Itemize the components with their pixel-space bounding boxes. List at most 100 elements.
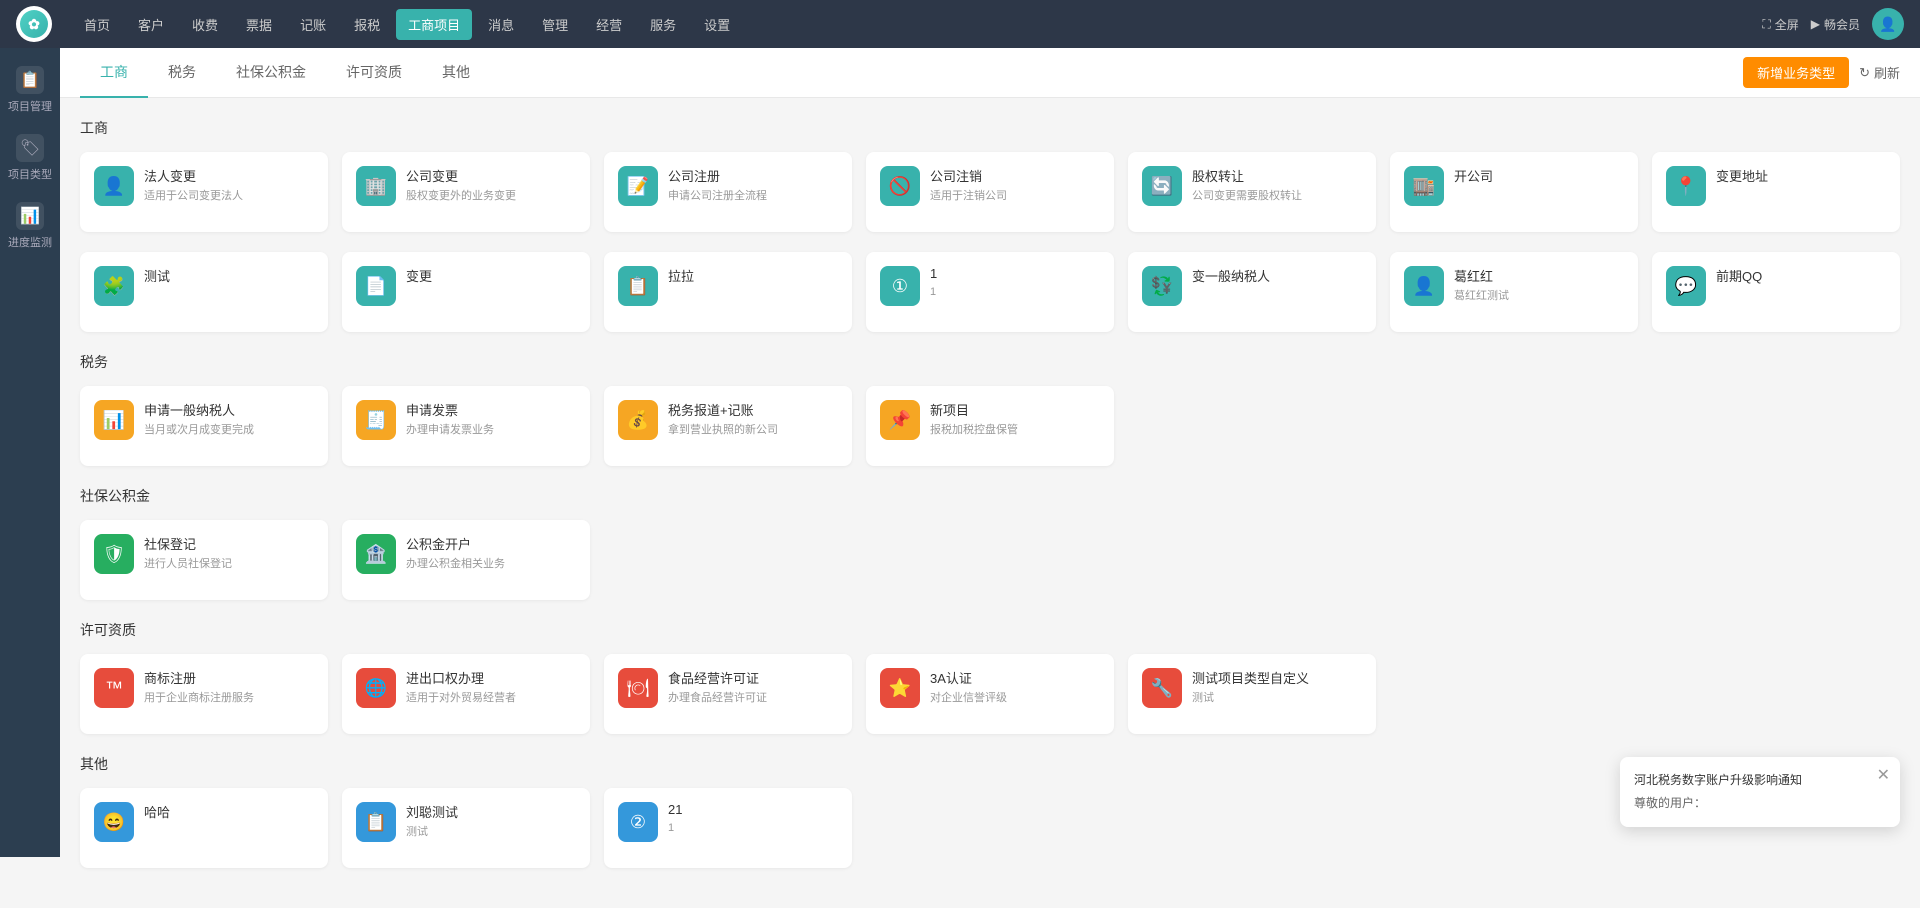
card-name: 新项目 xyxy=(930,400,1100,419)
ceshileixin-icon: 🔧 xyxy=(1142,668,1182,708)
card-qianqi-qq[interactable]: 💬 前期QQ xyxy=(1652,252,1900,332)
nav-manage[interactable]: 管理 xyxy=(530,9,580,40)
sidebar-item-progress[interactable]: 📊 进度监测 xyxy=(0,192,60,260)
fullscreen-icon: ⛶ xyxy=(1762,17,1770,32)
nav-right: ⛶ 全屏 ▶ 畅会员 👤 xyxy=(1762,8,1904,40)
tab-qita[interactable]: 其他 xyxy=(422,48,490,98)
new-type-button[interactable]: 新增业务类型 xyxy=(1743,57,1849,88)
guquanzhuanrang-icon: 🔄 xyxy=(1142,166,1182,206)
user-avatar[interactable]: 👤 xyxy=(1872,8,1904,40)
card-1[interactable]: ① 1 1 xyxy=(866,252,1114,332)
card-desc: 1 xyxy=(930,285,1100,300)
card-desc: 拿到营业执照的新公司 xyxy=(668,423,838,438)
card-gongsi-zhuce[interactable]: 📝 公司注册 申请公司注册全流程 xyxy=(604,152,852,232)
card-guquan-zhuanrang[interactable]: 🔄 股权转让 公司变更需要股权转让 xyxy=(1128,152,1376,232)
one-icon: ① xyxy=(880,266,920,306)
card-biangeng[interactable]: 📄 变更 xyxy=(342,252,590,332)
fullscreen-button[interactable]: ⛶ 全屏 xyxy=(1762,16,1798,33)
card-liucong-ceshi[interactable]: 📋 刘聪测试 测试 xyxy=(342,788,590,868)
card-gongsi-zhuxiao[interactable]: 🚫 公司注销 适用于注销公司 xyxy=(866,152,1114,232)
card-name: 测试 xyxy=(144,266,314,285)
sidebar-item-project-type[interactable]: 🏷 项目类型 xyxy=(0,124,60,192)
card-haha[interactable]: 😄 哈哈 xyxy=(80,788,328,868)
sidebar: 📋 项目管理 🏷 项目类型 📊 进度监测 xyxy=(0,48,60,857)
tab-shebao[interactable]: 社保公积金 xyxy=(216,48,326,98)
card-ceshi-leixin[interactable]: 🔧 测试项目类型自定义 测试 xyxy=(1128,654,1376,734)
gongsizuhao-icon: 🚫 xyxy=(880,166,920,206)
nav-customer[interactable]: 客户 xyxy=(126,9,176,40)
shenqing-nashuiren-icon: 📊 xyxy=(94,400,134,440)
refresh-button[interactable]: ↻ 刷新 xyxy=(1859,63,1900,82)
member-button[interactable]: ▶ 畅会员 xyxy=(1811,16,1860,33)
project-type-icon: 🏷 xyxy=(16,134,44,162)
card-3a-renzheng[interactable]: ⭐ 3A认证 对企业信誉评级 xyxy=(866,654,1114,734)
nav-service[interactable]: 服务 xyxy=(638,9,688,40)
card-name: 1 xyxy=(930,266,1100,281)
card-desc: 测试 xyxy=(1192,691,1362,706)
card-desc: 适用于公司变更法人 xyxy=(144,189,314,204)
nav-ticket[interactable]: 票据 xyxy=(234,9,284,40)
xuke-cards: ™ 商标注册 用于企业商标注册服务 🌐 进出口权办理 适用于对外贸易经营者 🍽 xyxy=(80,654,1900,734)
nav-home[interactable]: 首页 xyxy=(72,9,122,40)
nav-operation[interactable]: 经营 xyxy=(584,9,634,40)
card-gongsi-biangeng[interactable]: 🏢 公司变更 股权变更外的业务变更 xyxy=(342,152,590,232)
haha-icon: 😄 xyxy=(94,802,134,842)
sidebar-item-project-manage[interactable]: 📋 项目管理 xyxy=(0,56,60,124)
card-shuiwu-baodao[interactable]: 💰 税务报道+记账 拿到营业执照的新公司 xyxy=(604,386,852,466)
card-kai-gongsi[interactable]: 🏬 开公司 xyxy=(1390,152,1638,232)
card-name: 申请一般纳税人 xyxy=(144,400,314,419)
nav-accounting[interactable]: 记账 xyxy=(288,9,338,40)
card-desc: 适用于对外贸易经营者 xyxy=(406,691,576,706)
fapiao-icon: 🧾 xyxy=(356,400,396,440)
tab-gongshang[interactable]: 工商 xyxy=(80,48,148,98)
card-21[interactable]: ② 21 1 xyxy=(604,788,852,868)
gongshang-section: 工商 👤 法人变更 适用于公司变更法人 🏢 公司变更 股权变更外的业务变更 xyxy=(80,118,1900,332)
card-name: 拉拉 xyxy=(668,266,838,285)
card-shangbiao-zhuce[interactable]: ™ 商标注册 用于企业商标注册服务 xyxy=(80,654,328,734)
xuke-title: 许可资质 xyxy=(80,620,1900,640)
nav-message[interactable]: 消息 xyxy=(476,9,526,40)
member-icon: ▶ xyxy=(1811,17,1820,31)
card-gongjijin-kaihu[interactable]: 🏦 公积金开户 办理公积金相关业务 xyxy=(342,520,590,600)
card-biangeng-dizhi[interactable]: 📍 变更地址 xyxy=(1652,152,1900,232)
card-name: 21 xyxy=(668,802,838,817)
nashuiren-icon: 💱 xyxy=(1142,266,1182,306)
card-bian-nashuiren[interactable]: 💱 变一般纳税人 xyxy=(1128,252,1376,332)
card-gehonghong[interactable]: 👤 葛红红 葛红红测试 xyxy=(1390,252,1638,332)
card-jinchuko[interactable]: 🌐 进出口权办理 适用于对外贸易经营者 xyxy=(342,654,590,734)
top-navigation: ✿ 首页 客户 收费 票据 记账 报税 工商项目 消息 管理 经营 服务 设置 … xyxy=(0,0,1920,48)
tab-xuke[interactable]: 许可资质 xyxy=(326,48,422,98)
card-shenqing-fapiao[interactable]: 🧾 申请发票 办理申请发票业务 xyxy=(342,386,590,466)
notification-close-button[interactable]: ✕ xyxy=(1877,765,1890,785)
shuiwu-cards: 📊 申请一般纳税人 当月或次月成变更完成 🧾 申请发票 办理申请发票业务 💰 xyxy=(80,386,1900,466)
card-fazrenbianggeng[interactable]: 👤 法人变更 适用于公司变更法人 xyxy=(80,152,328,232)
tabs-actions: 新增业务类型 ↻ 刷新 xyxy=(1743,57,1900,88)
shuiwu-section: 税务 📊 申请一般纳税人 当月或次月成变更完成 🧾 申请发票 办理申请发票业务 xyxy=(80,352,1900,466)
gongjijin-icon: 🏦 xyxy=(356,534,396,574)
card-shebao-dengji[interactable]: 🛡 社保登记 进行人员社保登记 xyxy=(80,520,328,600)
card-desc: 办理食品经营许可证 xyxy=(668,691,838,706)
gongsizuce-icon: 📝 xyxy=(618,166,658,206)
nav-business[interactable]: 工商项目 xyxy=(396,9,472,40)
shebao-icon: 🛡 xyxy=(94,534,134,574)
card-xin-xiangmu[interactable]: 📌 新项目 报税加税控盘保管 xyxy=(866,386,1114,466)
nav-settings[interactable]: 设置 xyxy=(692,9,742,40)
card-lala[interactable]: 📋 拉拉 xyxy=(604,252,852,332)
tabs-bar: 工商 税务 社保公积金 许可资质 其他 新增业务类型 ↻ 刷新 xyxy=(60,48,1920,98)
gehonghong-icon: 👤 xyxy=(1404,266,1444,306)
card-shipin-xuke[interactable]: 🍽 食品经营许可证 办理食品经营许可证 xyxy=(604,654,852,734)
tab-shuiwu[interactable]: 税务 xyxy=(148,48,216,98)
lala-icon: 📋 xyxy=(618,266,658,306)
21-icon: ② xyxy=(618,802,658,842)
card-shenqing-nashuiren[interactable]: 📊 申请一般纳税人 当月或次月成变更完成 xyxy=(80,386,328,466)
gongshang-cards-row1: 👤 法人变更 适用于公司变更法人 🏢 公司变更 股权变更外的业务变更 📝 xyxy=(80,152,1900,232)
notification-popup: ✕ 河北税务数字账户升级影响通知 尊敬的用户： xyxy=(1620,757,1900,827)
card-name: 商标注册 xyxy=(144,668,314,687)
card-ceshi[interactable]: 🧩 测试 xyxy=(80,252,328,332)
nav-fee[interactable]: 收费 xyxy=(180,9,230,40)
card-name: 进出口权办理 xyxy=(406,668,576,687)
card-desc: 1 xyxy=(668,821,838,836)
nav-tax[interactable]: 报税 xyxy=(342,9,392,40)
shebao-cards: 🛡 社保登记 进行人员社保登记 🏦 公积金开户 办理公积金相关业务 xyxy=(80,520,1900,600)
logo[interactable]: ✿ xyxy=(16,6,52,42)
